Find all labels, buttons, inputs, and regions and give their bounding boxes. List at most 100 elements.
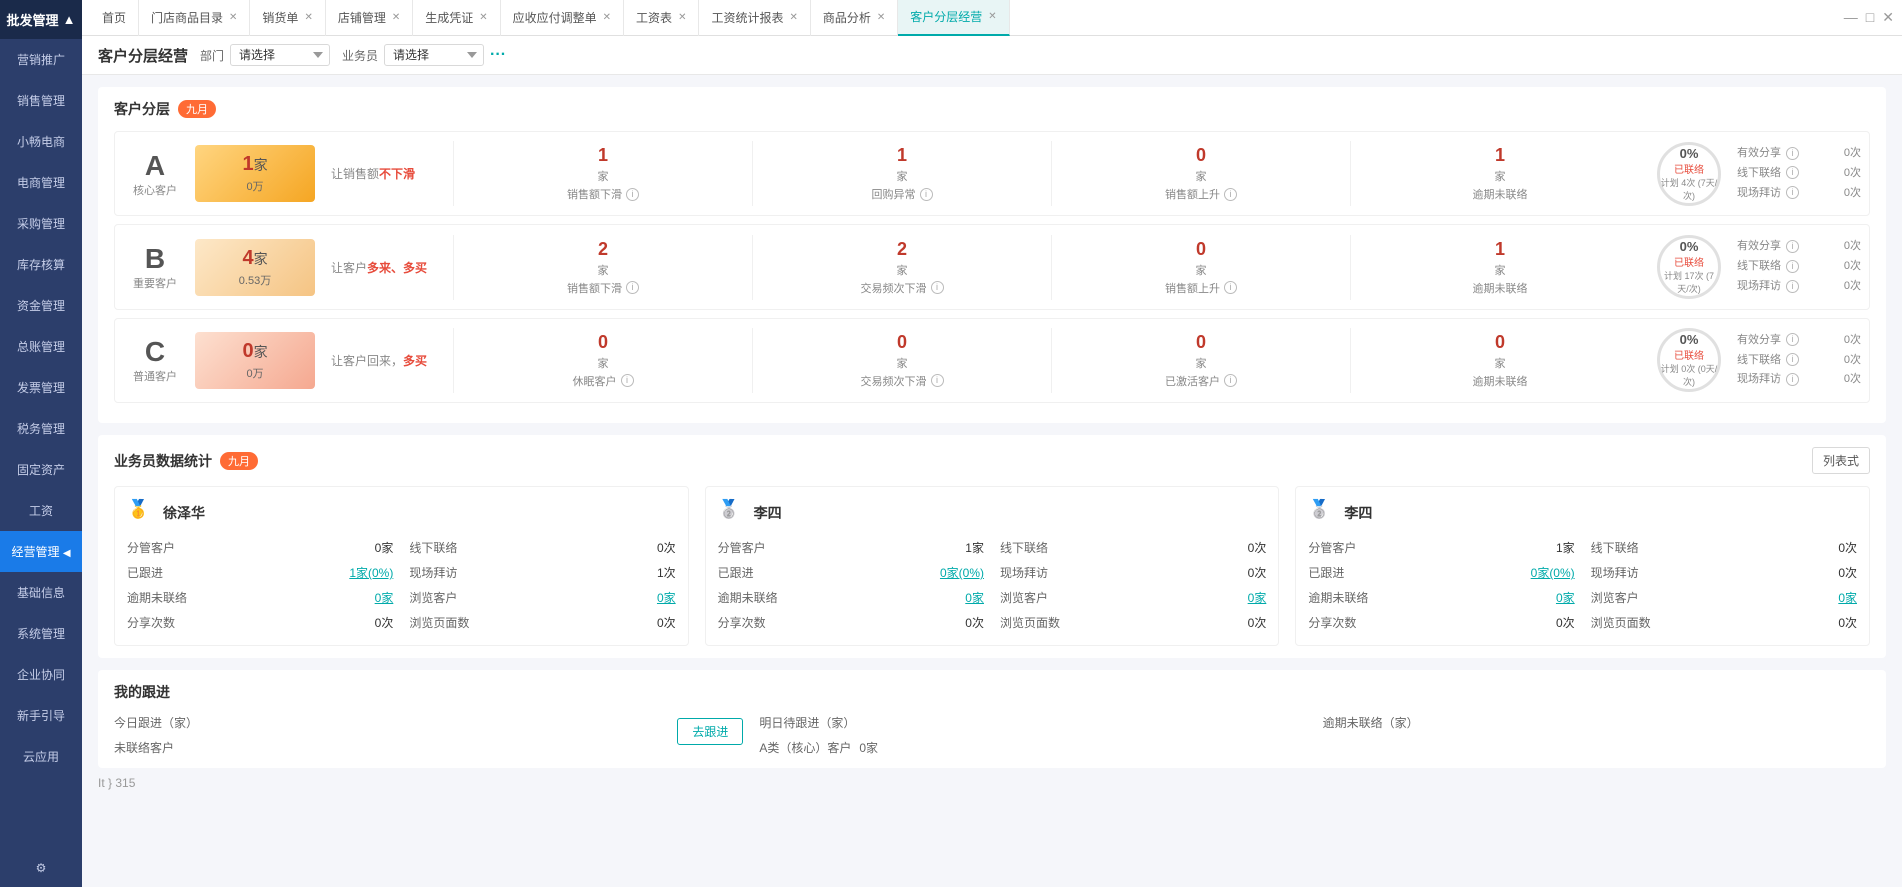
sidebar-item-assets[interactable]: 固定资产 xyxy=(0,449,82,490)
metric-c-3[interactable]: 0 家 逾期未联络 xyxy=(1350,328,1649,393)
tab-customer-tier[interactable]: 客户分层经营 ✕ xyxy=(898,0,1009,36)
sidebar-item-inventory[interactable]: 库存核算 xyxy=(0,244,82,285)
metric-val-link[interactable]: 0家(0%) xyxy=(940,564,984,581)
info-icon[interactable]: i xyxy=(626,188,639,201)
more-filters-button[interactable]: ··· xyxy=(490,46,506,64)
tab-close-icon[interactable]: ✕ xyxy=(229,12,237,23)
tier-c-contact[interactable]: 0% 已联络 计划 0次 (0天/次) xyxy=(1657,328,1721,392)
follow-section: 我的跟进 今日跟进（家） 未联络客户 去跟进 明日待跟进（家） A类（核心）客户… xyxy=(98,670,1886,768)
dept-select[interactable]: 请选择 xyxy=(230,44,330,66)
metric-c-0[interactable]: 0 家 休眠客户i xyxy=(453,328,752,393)
metric-b-1[interactable]: 2 家 交易频次下滑i xyxy=(752,235,1051,300)
metric-b-3[interactable]: 1 家 逾期未联络 xyxy=(1350,235,1649,300)
tab-home[interactable]: 首页 xyxy=(90,0,139,36)
sidebar-item-finance[interactable]: 资金管理 xyxy=(0,285,82,326)
sidebar-item-ecom[interactable]: 电商管理 xyxy=(0,162,82,203)
staff-metric-1-1[interactable]: 已跟进 0家(0%) xyxy=(718,562,984,583)
tier-a-count-box[interactable]: 1家 0万 xyxy=(195,145,315,202)
metric-label: 逾期未联络 xyxy=(127,589,187,606)
metric-val-link[interactable]: 0家 xyxy=(1556,589,1575,606)
tab-maximize-icon[interactable]: □ xyxy=(1866,9,1874,26)
sidebar-item-ecom-small[interactable]: 小畅电商 xyxy=(0,121,82,162)
tier-c-slogan: 让客户回来，多买 xyxy=(323,352,453,369)
tier-c-letter: C xyxy=(115,336,195,368)
metric-b-2[interactable]: 0 家 销售额上升i xyxy=(1051,235,1350,300)
tier-a-contact[interactable]: 0% 已联络 计划 4次 (7天/次) xyxy=(1657,142,1721,206)
tab-close-icon[interactable]: ✕ xyxy=(877,12,885,23)
tab-close-icon[interactable]: ✕ xyxy=(603,12,611,23)
tab-close-icon[interactable]: ✕ xyxy=(479,12,487,23)
metric-c-2[interactable]: 0 家 已激活客户i xyxy=(1051,328,1350,393)
sidebar-item-ledger[interactable]: 总账管理 xyxy=(0,326,82,367)
sidebar-item-system[interactable]: 系统管理 xyxy=(0,613,82,654)
staff-card-1: 🥈 李四 分管客户 1家 线下联络 0次 已跟进 xyxy=(705,486,1280,646)
tab-close-icon[interactable]: ✕ xyxy=(304,12,312,23)
tab-close-icon[interactable]: ✕ xyxy=(988,11,996,22)
sidebar-item-label: 发票管理 xyxy=(17,381,65,395)
staff-metric-2-r2[interactable]: 浏览客户 0家 xyxy=(1591,587,1857,608)
sidebar-item-payroll[interactable]: 工资 xyxy=(0,490,82,531)
sidebar-item-marketing[interactable]: 营销推广 xyxy=(0,39,82,80)
sidebar-item-invoice[interactable]: 发票管理 xyxy=(0,367,82,408)
tab-payroll-report[interactable]: 工资统计报表 ✕ xyxy=(699,0,810,36)
list-table-button[interactable]: 列表式 xyxy=(1812,447,1870,474)
metric-val-link[interactable]: 0家 xyxy=(965,589,984,606)
tab-store-mgmt[interactable]: 店铺管理 ✕ xyxy=(326,0,413,36)
tab-store-products[interactable]: 门店商品目录 ✕ xyxy=(139,0,250,36)
sidebar-item-sales[interactable]: 销售管理 xyxy=(0,80,82,121)
metric-val-link[interactable]: 1家(0%) xyxy=(349,564,393,581)
info-icon[interactable]: i xyxy=(1224,188,1237,201)
staff-header-1: 🥈 李四 xyxy=(718,499,1267,527)
metric-b-0[interactable]: 2 家 销售额下滑i xyxy=(453,235,752,300)
metric-a-2[interactable]: 0 家 销售额上升i xyxy=(1051,141,1350,206)
staff-metric-1-r2[interactable]: 浏览客户 0家 xyxy=(1000,587,1266,608)
metric-a-3[interactable]: 1 家 逾期未联络 xyxy=(1350,141,1649,206)
staff-metric-0-1[interactable]: 已跟进 1家(0%) xyxy=(127,562,393,583)
metric-label: 分管客户 xyxy=(127,539,175,556)
tab-voucher[interactable]: 生成凭证 ✕ xyxy=(413,0,500,36)
staff-metric-2-2[interactable]: 逾期未联络 0家 xyxy=(1308,587,1574,608)
metric-a-0[interactable]: 1 家 销售额下滑i xyxy=(453,141,752,206)
sidebar-item-management[interactable]: 经营管理 ◀ xyxy=(0,531,82,572)
metric-val-link[interactable]: 0家 xyxy=(657,589,676,606)
tab-close-all-icon[interactable]: ✕ xyxy=(1882,9,1894,26)
sidebar-item-label: 经营管理 xyxy=(11,545,59,559)
tab-close-icon[interactable]: ✕ xyxy=(789,12,797,23)
metric-c-1[interactable]: 0 家 交易频次下滑i xyxy=(752,328,1051,393)
tab-adjustment[interactable]: 应收应付调整单 ✕ xyxy=(501,0,624,36)
tab-product-analysis[interactable]: 商品分析 ✕ xyxy=(811,0,898,36)
sidebar-item-guide[interactable]: 新手引导 xyxy=(0,695,82,736)
staff-metric-1-2[interactable]: 逾期未联络 0家 xyxy=(718,587,984,608)
metric-val-link[interactable]: 0家 xyxy=(1838,589,1857,606)
sidebar-top[interactable]: 批发管理 ▲ xyxy=(0,0,82,39)
sidebar-item-tax[interactable]: 税务管理 xyxy=(0,408,82,449)
sidebar-settings[interactable]: ⚙ xyxy=(0,849,82,887)
tier-b-count-box[interactable]: 4家 0.53万 xyxy=(195,239,315,296)
tier-c-count-box[interactable]: 0家 0万 xyxy=(195,332,315,389)
tier-b-metrics: 2 家 销售额下滑i 2 家 交易频次下滑i 0 家 销售额上升i xyxy=(453,235,1649,300)
sidebar-item-cloud[interactable]: 云应用 xyxy=(0,736,82,777)
tab-payroll[interactable]: 工资表 ✕ xyxy=(624,0,699,36)
metric-val-link[interactable]: 0家 xyxy=(1248,589,1267,606)
tier-b-contact[interactable]: 0% 已联络 计划 17次 (7天/次) xyxy=(1657,235,1721,299)
sidebar-item-basic[interactable]: 基础信息 xyxy=(0,572,82,613)
tab-sales-order[interactable]: 销货单 ✕ xyxy=(250,0,325,36)
tab-close-icon[interactable]: ✕ xyxy=(392,12,400,23)
metric-a-1[interactable]: 1 家 回购异常i xyxy=(752,141,1051,206)
staff-select[interactable]: 请选择 xyxy=(384,44,484,66)
metric-val: 0次 xyxy=(965,614,984,631)
info-icon[interactable]: i xyxy=(920,188,933,201)
main-area: 首页 门店商品目录 ✕ 销货单 ✕ 店铺管理 ✕ 生成凭证 ✕ 应收应付调整单 … xyxy=(82,0,1902,887)
overdue-col: 逾期未联络（家） xyxy=(1323,714,1870,739)
tab-minimize-icon[interactable]: — xyxy=(1844,9,1858,26)
metric-val-link[interactable]: 0家 xyxy=(375,589,394,606)
staff-metric-0-2[interactable]: 逾期未联络 0家 xyxy=(127,587,393,608)
sidebar-item-purchase[interactable]: 采购管理 xyxy=(0,203,82,244)
go-follow-button[interactable]: 去跟进 xyxy=(677,718,743,745)
metric-val-link[interactable]: 0家(0%) xyxy=(1531,564,1575,581)
tab-close-icon[interactable]: ✕ xyxy=(678,12,686,23)
staff-metric-0-r2[interactable]: 浏览客户 0家 xyxy=(409,587,675,608)
sidebar-item-label: 小畅电商 xyxy=(17,135,65,149)
sidebar-item-collab[interactable]: 企业协同 xyxy=(0,654,82,695)
staff-metric-2-1[interactable]: 已跟进 0家(0%) xyxy=(1308,562,1574,583)
